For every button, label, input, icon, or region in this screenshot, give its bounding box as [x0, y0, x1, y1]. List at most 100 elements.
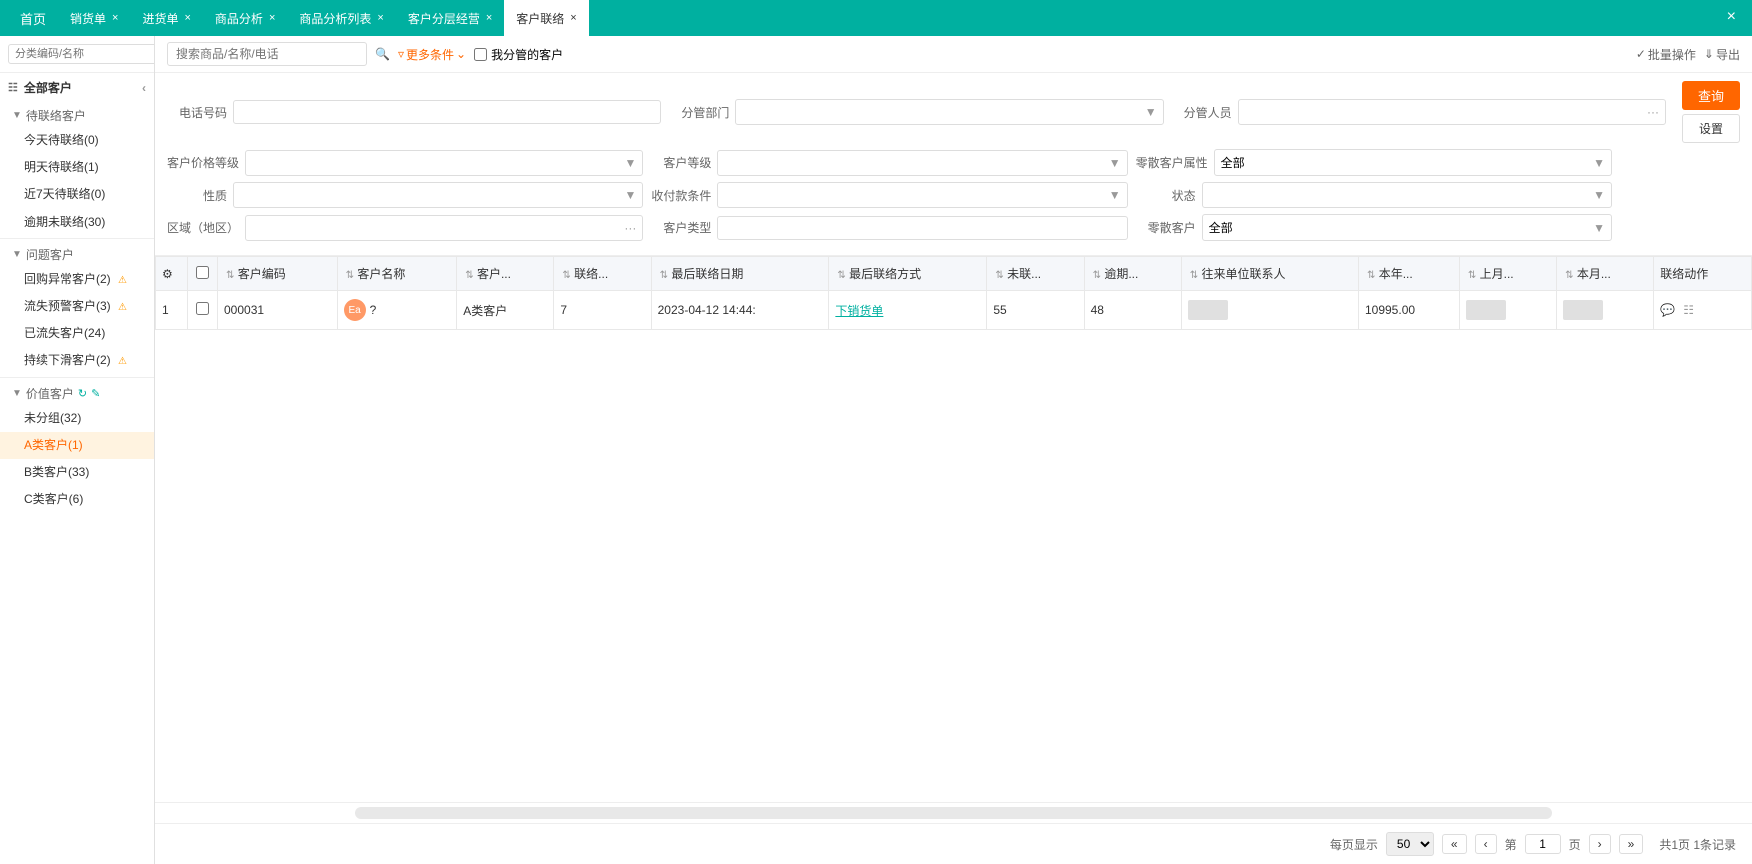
query-button[interactable]: 查询: [1682, 81, 1740, 110]
th-last-month[interactable]: ⇅ 上月...: [1459, 257, 1556, 291]
comment-action-icon[interactable]: 💬: [1660, 303, 1675, 317]
page-number-input[interactable]: [1525, 834, 1561, 854]
chevron-retail-icon: ▼: [1593, 156, 1605, 170]
th-this-month[interactable]: ⇅ 本月...: [1557, 257, 1654, 291]
close-product-analysis[interactable]: ×: [269, 12, 275, 24]
row-checkbox[interactable]: [196, 302, 209, 315]
sidebar-collapse-icon[interactable]: ‹: [142, 81, 146, 95]
nav-home[interactable]: 首页: [8, 0, 58, 36]
filter-search-icon[interactable]: 🔍: [375, 47, 390, 61]
nav-sales-order[interactable]: 销货单 ×: [58, 0, 130, 36]
data-table-wrapper: ⚙ ⇅ 客户编码 ⇅ 客户名称: [155, 256, 1752, 802]
sidebar-item-churned[interactable]: 已流失客户(24): [0, 320, 154, 347]
export-icon: ⇓: [1704, 47, 1714, 61]
select-payment[interactable]: ▼: [717, 182, 1127, 208]
filter-more-btn[interactable]: ▿ 更多条件 ⌄: [398, 46, 466, 63]
sidebar-item-c-class[interactable]: C类客户(6): [0, 486, 154, 513]
sidebar-group-value-customers[interactable]: ▼ 价值客户 ↻ ✎: [0, 380, 154, 405]
sidebar-item-7day-contact[interactable]: 近7天待联络(0): [0, 181, 154, 208]
sidebar-all-customers[interactable]: ☷ 全部客户 ‹: [0, 73, 154, 102]
th-unit-contact[interactable]: ⇅ 往来单位联系人: [1181, 257, 1358, 291]
filter-icon: ▿: [398, 47, 404, 61]
label-customer-type: 客户类型: [651, 219, 711, 236]
filter-search-input[interactable]: [167, 42, 367, 66]
cell-last-month: [1459, 291, 1556, 330]
prev-page-btn[interactable]: ‹: [1475, 834, 1497, 854]
sort-icon-lm: ⇅: [1468, 270, 1476, 281]
sidebar-item-tomorrow-contact[interactable]: 明天待联络(1): [0, 154, 154, 181]
sidebar-item-b-class[interactable]: B类客户(33): [0, 459, 154, 486]
sidebar-group-pending-contact[interactable]: ▼ 待联络客户: [0, 102, 154, 127]
sidebar-item-declining[interactable]: 持续下滑客户(2) ⚠: [0, 347, 154, 374]
th-contact-count[interactable]: ⇅ 联络...: [554, 257, 651, 291]
nav-customer-contact[interactable]: 客户联络 ×: [504, 0, 588, 36]
batch-operation-btn[interactable]: ✓ 批量操作: [1636, 46, 1696, 63]
gear-icon[interactable]: ⚙: [162, 267, 173, 281]
chevron-payment-icon: ▼: [1109, 188, 1121, 202]
th-this-year[interactable]: ⇅ 本年...: [1358, 257, 1459, 291]
customers-table: ⚙ ⇅ 客户编码 ⇅ 客户名称: [155, 256, 1752, 330]
window-close-icon[interactable]: ×: [1727, 8, 1736, 26]
first-page-btn[interactable]: «: [1442, 834, 1467, 854]
th-customer-name[interactable]: ⇅ 客户名称: [337, 257, 457, 291]
th-customer-code[interactable]: ⇅ 客户编码: [218, 257, 338, 291]
nav-product-analysis[interactable]: 商品分析 ×: [203, 0, 287, 36]
cell-last-date: 2023-04-12 14:44:: [651, 291, 829, 330]
label-region: 区域（地区）: [167, 219, 239, 236]
select-manager[interactable]: ···: [1238, 99, 1666, 125]
chevron-down-icon: ⌄: [456, 47, 466, 61]
setting-button[interactable]: 设置: [1682, 114, 1740, 143]
chevron-nature-icon: ▼: [624, 188, 636, 202]
input-customer-type[interactable]: [717, 216, 1127, 240]
horizontal-scrollbar[interactable]: [355, 807, 1552, 819]
export-btn[interactable]: ⇓ 导出: [1704, 46, 1740, 63]
close-sales-order[interactable]: ×: [112, 12, 118, 24]
sidebar-group-problem-customers[interactable]: ▼ 问题客户: [0, 241, 154, 266]
th-gear[interactable]: ⚙: [156, 257, 188, 291]
my-customers-checkbox[interactable]: 我分管的客户: [474, 46, 563, 63]
my-customers-check[interactable]: [474, 48, 487, 61]
select-retail-customer[interactable]: 全部 ▼: [1202, 214, 1612, 241]
select-price-level[interactable]: ▼: [245, 150, 643, 176]
select-all-checkbox[interactable]: [196, 266, 209, 279]
select-status[interactable]: ▼: [1202, 182, 1612, 208]
sidebar-item-overdue-contact[interactable]: 逾期未联络(30): [0, 209, 154, 236]
th-category[interactable]: ⇅ 客户...: [457, 257, 554, 291]
select-nature[interactable]: ▼: [233, 182, 643, 208]
sort-icon-nc: ⇅: [995, 270, 1003, 281]
sidebar-item-a-class[interactable]: A类客户(1): [0, 432, 154, 459]
close-product-analysis-list[interactable]: ×: [377, 12, 383, 24]
th-no-contact[interactable]: ⇅ 未联...: [987, 257, 1084, 291]
last-page-btn[interactable]: »: [1619, 834, 1644, 854]
sidebar-item-churn-warning[interactable]: 流失预警客户(3) ⚠: [0, 293, 154, 320]
page-unit: 页: [1569, 836, 1581, 853]
select-region[interactable]: ···: [245, 215, 643, 241]
nav-product-analysis-list[interactable]: 商品分析列表 ×: [287, 0, 395, 36]
close-purchase-order[interactable]: ×: [184, 12, 190, 24]
nav-purchase-order[interactable]: 进货单 ×: [130, 0, 202, 36]
last-method-link[interactable]: 下销货单: [835, 304, 883, 318]
page-size-select[interactable]: 50: [1386, 832, 1434, 856]
close-customer-contact[interactable]: ×: [570, 12, 576, 24]
label-status: 状态: [1136, 187, 1196, 204]
label-dept: 分管部门: [669, 104, 729, 121]
close-customer-segment[interactable]: ×: [486, 12, 492, 24]
nav-customer-segment[interactable]: 客户分层经营 ×: [396, 0, 504, 36]
next-page-btn[interactable]: ›: [1589, 834, 1611, 854]
select-customer-level[interactable]: ▼: [717, 150, 1127, 176]
sidebar-item-abnormal-repurchase[interactable]: 回购异常客户(2) ⚠: [0, 266, 154, 293]
th-overdue[interactable]: ⇅ 逾期...: [1084, 257, 1181, 291]
refresh-icon[interactable]: ↻: [78, 387, 87, 400]
select-dept[interactable]: ▼: [735, 99, 1163, 125]
select-retail-attr[interactable]: 全部 ▼: [1214, 149, 1612, 176]
th-last-contact-method[interactable]: ⇅ 最后联络方式: [829, 257, 987, 291]
sidebar-item-today-contact[interactable]: 今天待联络(0): [0, 127, 154, 154]
th-last-contact-date[interactable]: ⇅ 最后联络日期: [651, 257, 829, 291]
input-phone[interactable]: [233, 100, 661, 124]
filter-bar: 🔍 ▿ 更多条件 ⌄ 我分管的客户 ✓ 批量操作 ⇓ 导出: [155, 36, 1752, 73]
edit-icon[interactable]: ✎: [91, 387, 100, 400]
sidebar-item-unclassified[interactable]: 未分组(32): [0, 405, 154, 432]
sort-icon-date: ⇅: [660, 270, 668, 281]
grid-action-icon[interactable]: ☷: [1683, 303, 1694, 317]
sidebar-search-input[interactable]: [8, 44, 155, 64]
